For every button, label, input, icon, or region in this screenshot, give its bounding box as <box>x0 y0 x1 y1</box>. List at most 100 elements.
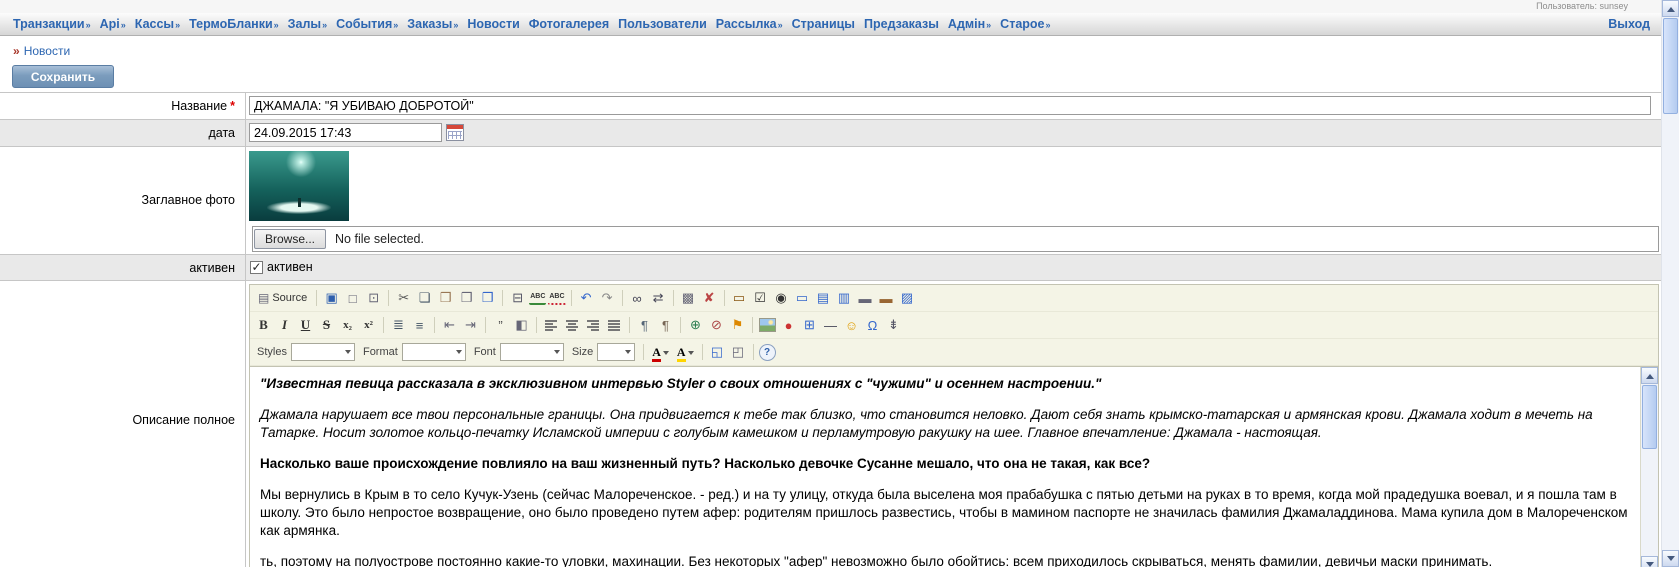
new-page-icon[interactable]: □ <box>343 289 362 308</box>
page-break-icon[interactable]: ⇟ <box>884 316 903 335</box>
horizontal-rule-icon[interactable]: — <box>821 316 840 335</box>
size-combo-box[interactable] <box>597 343 636 361</box>
image-button-icon[interactable]: ▬ <box>877 289 896 308</box>
format-combo-box[interactable] <box>401 343 466 361</box>
page-scroll-down-button[interactable] <box>1662 550 1679 567</box>
active-checkbox-label: активен <box>267 260 313 274</box>
nav-item-9[interactable]: Фотогалерея <box>529 17 609 31</box>
redo-icon[interactable]: ↷ <box>598 289 617 308</box>
source-button[interactable]: ▤ Source <box>253 291 312 305</box>
browse-button[interactable]: Browse... <box>254 229 327 249</box>
textarea-field-icon[interactable]: ▤ <box>814 289 833 308</box>
calendar-icon[interactable] <box>446 124 464 141</box>
form-icon[interactable]: ▭ <box>730 289 749 308</box>
flash-icon[interactable]: ● <box>779 316 798 335</box>
radio-field-icon[interactable]: ◉ <box>772 289 791 308</box>
print-icon[interactable]: ⊟ <box>508 289 527 308</box>
show-blocks-icon[interactable]: ◰ <box>729 343 748 362</box>
main-area: Пользователь: sunsey Транзакции» Api» Касс… <box>0 0 1662 567</box>
numbered-list-icon[interactable]: ≣ <box>389 316 408 335</box>
outdent-icon[interactable]: ⇤ <box>440 316 459 335</box>
find-icon[interactable]: ∞ <box>628 289 647 308</box>
font-combo-box[interactable] <box>499 343 564 361</box>
editor-scroll-down-button[interactable] <box>1641 556 1658 567</box>
replace-icon[interactable]: ⇄ <box>649 289 668 308</box>
nav-item-4[interactable]: ТермоБланки» <box>189 17 279 31</box>
text-color-icon[interactable]: A <box>649 343 672 362</box>
subscript-icon[interactable]: x₂ <box>338 316 357 335</box>
italic-icon[interactable]: I <box>275 316 294 335</box>
checkbox-field-icon[interactable]: ☑ <box>751 289 770 308</box>
select-all-icon[interactable]: ▩ <box>679 289 698 308</box>
blockquote-icon[interactable]: ” <box>491 316 510 335</box>
special-char-icon[interactable]: Ω <box>863 316 882 335</box>
preview-icon[interactable]: ⊡ <box>364 289 383 308</box>
underline-icon[interactable]: U <box>296 316 315 335</box>
bulleted-list-icon[interactable]: ≡ <box>410 316 429 335</box>
about-icon[interactable]: ? <box>758 343 776 361</box>
top-user-strip: Пользователь: sunsey <box>0 0 1662 13</box>
nav-item-6[interactable]: События» <box>336 17 398 31</box>
copy-icon[interactable]: ❏ <box>415 289 434 308</box>
smiley-icon[interactable]: ☺ <box>842 316 861 335</box>
undo-icon[interactable]: ↶ <box>577 289 596 308</box>
button-field-icon[interactable]: ▬ <box>856 289 875 308</box>
unlink-icon[interactable]: ⊘ <box>707 316 726 335</box>
nav-items: Транзакции» Api» Кассы» ТермоБланки» Залы» Со… <box>0 17 1608 31</box>
image-icon[interactable] <box>758 316 777 335</box>
page-scroll-thumb[interactable] <box>1663 18 1678 114</box>
paste-icon[interactable]: ❒ <box>436 289 455 308</box>
nav-item-10[interactable]: Пользователи <box>618 17 707 31</box>
bidi-rtl-icon[interactable]: ¶ <box>656 316 675 335</box>
save-button[interactable]: Сохранить <box>12 65 114 88</box>
nav-item-2[interactable]: Api» <box>100 17 126 31</box>
editor-scroll-up-button[interactable] <box>1641 367 1658 384</box>
hidden-field-icon[interactable]: ▨ <box>898 289 917 308</box>
save-icon[interactable]: ▣ <box>322 289 341 308</box>
align-center-icon[interactable] <box>563 316 582 335</box>
nav-item-11[interactable]: Рассылка» <box>716 17 783 31</box>
styles-combo-box[interactable] <box>290 343 355 361</box>
nav-item-14[interactable]: Адмін» <box>948 17 991 31</box>
format-combo-label: Format <box>362 346 398 358</box>
div-container-icon[interactable]: ◧ <box>512 316 531 335</box>
editor-scroll-thumb[interactable] <box>1642 385 1657 449</box>
editor-text[interactable]: "Известная певица рассказала в эксклюзив… <box>250 367 1658 567</box>
nav-item-5[interactable]: Залы» <box>288 17 327 31</box>
logout-link[interactable]: Выход <box>1608 17 1662 31</box>
editor-content-area[interactable]: "Известная певица рассказала в эксклюзив… <box>250 366 1658 567</box>
page-scroll-up-button[interactable] <box>1662 0 1679 17</box>
nav-item-8[interactable]: Новости <box>467 17 519 31</box>
paste-word-icon[interactable]: ❒ <box>478 289 497 308</box>
nav-item-13[interactable]: Предзаказы <box>864 17 939 31</box>
breadcrumb-link-news[interactable]: Новости <box>24 44 70 58</box>
active-checkbox[interactable]: ✓ <box>250 260 263 274</box>
nav-item-15[interactable]: Старое» <box>1000 17 1050 31</box>
bg-color-icon[interactable]: A <box>674 343 697 362</box>
link-icon[interactable]: ⊕ <box>686 316 705 335</box>
paste-text-icon[interactable]: ❒ <box>457 289 476 308</box>
select-field-icon[interactable]: ▥ <box>835 289 854 308</box>
anchor-icon[interactable]: ⚑ <box>728 316 747 335</box>
nav-item-12[interactable]: Страницы <box>792 17 855 31</box>
maximize-icon[interactable]: ◱ <box>708 343 727 362</box>
nav-item-3[interactable]: Кассы» <box>135 17 180 31</box>
bidi-ltr-icon[interactable]: ¶ <box>635 316 654 335</box>
text-field-icon[interactable]: ▭ <box>793 289 812 308</box>
superscript-icon[interactable]: x² <box>359 316 378 335</box>
table-icon[interactable]: ⊞ <box>800 316 819 335</box>
indent-icon[interactable]: ⇥ <box>461 316 480 335</box>
nav-item-1[interactable]: Транзакции» <box>13 17 91 31</box>
spell-as-you-type-icon[interactable]: ABC <box>548 291 566 305</box>
title-input[interactable] <box>249 96 1651 115</box>
date-input[interactable] <box>249 123 442 142</box>
remove-format-icon[interactable]: ✘ <box>700 289 719 308</box>
bold-icon[interactable]: B <box>254 316 273 335</box>
strikethrough-icon[interactable]: S <box>317 316 336 335</box>
spell-check-icon[interactable]: ABC <box>529 291 547 305</box>
align-justify-icon[interactable] <box>605 316 624 335</box>
cut-icon[interactable]: ✂ <box>394 289 413 308</box>
nav-item-7[interactable]: Заказы» <box>407 17 458 31</box>
align-right-icon[interactable] <box>584 316 603 335</box>
align-left-icon[interactable] <box>542 316 561 335</box>
